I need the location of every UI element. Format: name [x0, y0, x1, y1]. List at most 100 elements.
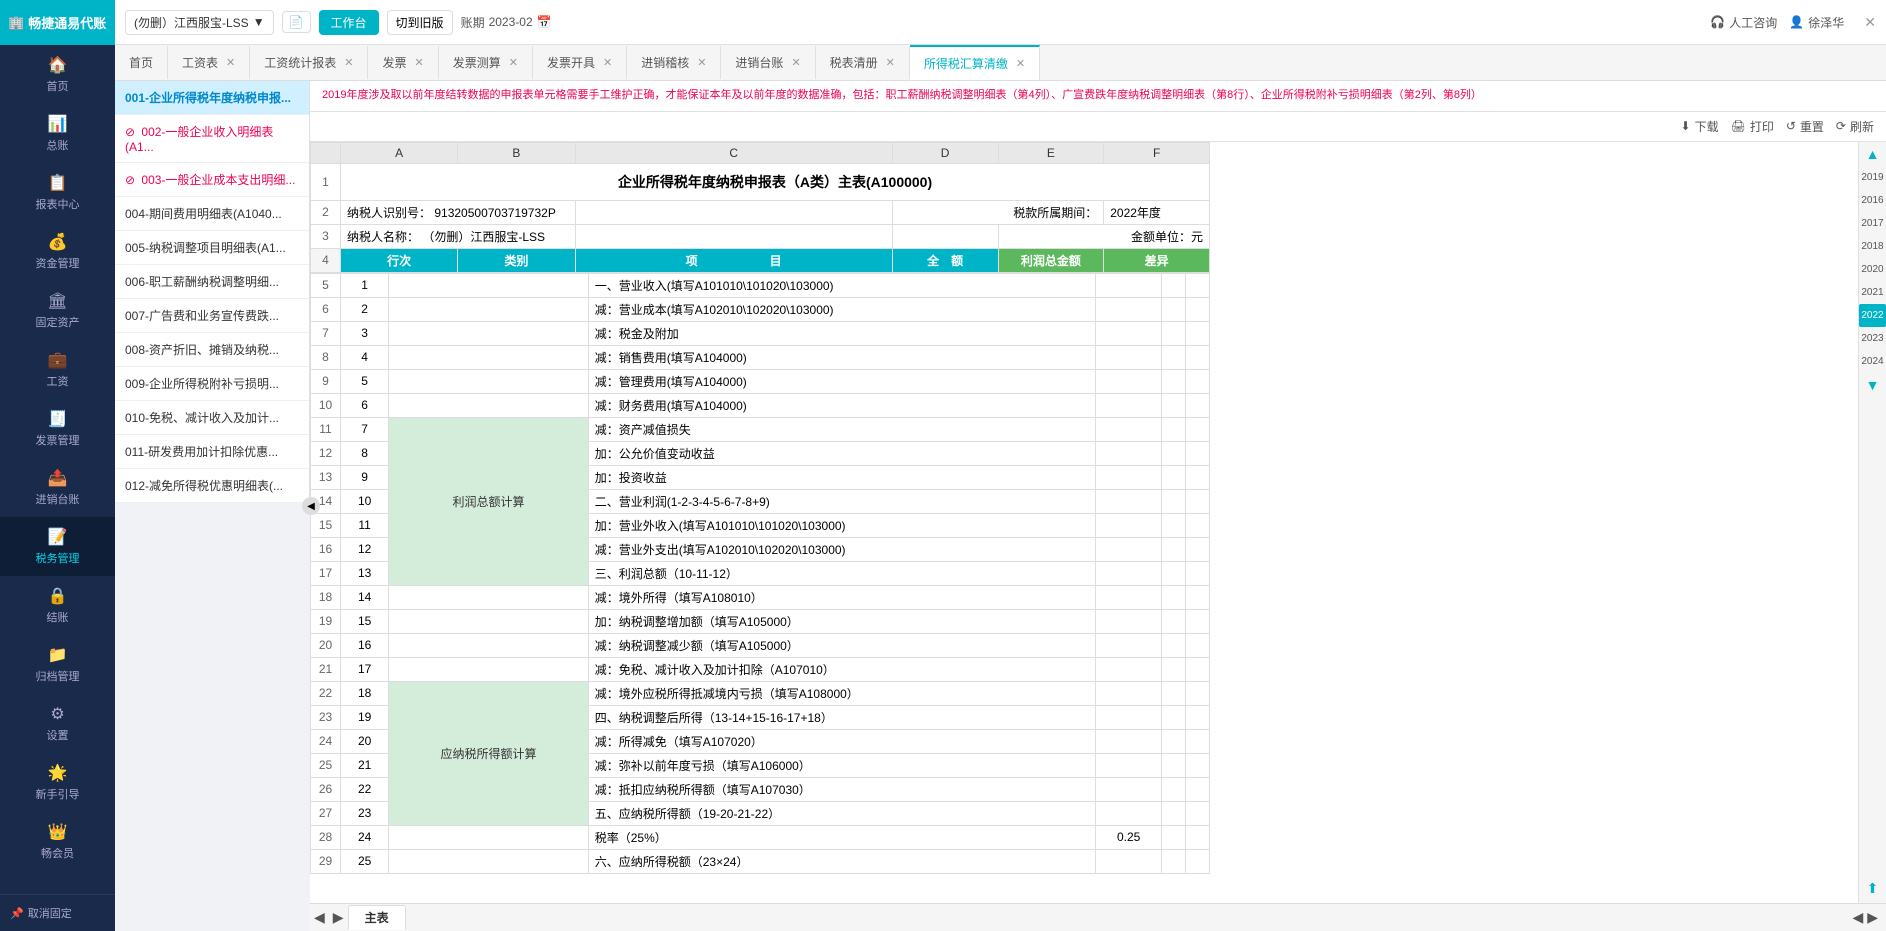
currency-label: 金额单位：元 — [1131, 230, 1203, 244]
row-num: 4 — [311, 248, 341, 272]
item-cell: 六、应纳所得税额（23×24） — [588, 849, 1095, 873]
timeline-year-2017[interactable]: 2017 — [1859, 212, 1886, 235]
topbar: (勿删）江西服宝-LSS ▼ 📄 工作台 切到旧版 账期 2023-02 📅 🎧… — [115, 0, 1886, 45]
timeline-expand-btn[interactable]: ⬆ — [1865, 874, 1881, 903]
sheet-main[interactable]: A B C D E F 1 — [310, 142, 1858, 903]
tab-invoice[interactable]: 发票 ✕ — [368, 46, 438, 79]
tab-tax-clear-close[interactable]: ✕ — [886, 56, 895, 69]
diff-cell — [1186, 369, 1210, 393]
tab-income-tax-close[interactable]: ✕ — [1016, 57, 1025, 70]
row-num: 2 — [311, 200, 341, 224]
sidebar-item-label: 总账 — [47, 137, 69, 153]
user-menu[interactable]: 👤 徐泽华 — [1789, 14, 1844, 31]
tab-income-tax[interactable]: 所得税汇算清缴 ✕ — [910, 45, 1040, 80]
sheet-tab-main[interactable]: 主表 — [348, 905, 406, 930]
topbar-close-btn[interactable]: ✕ — [1864, 14, 1876, 31]
left-panel-item-007[interactable]: 007-广告费和业务宣传费跌... — [115, 299, 309, 333]
left-panel-item-010[interactable]: 010-免税、减计收入及加计... — [115, 401, 309, 435]
sidebar-item-home[interactable]: 🏠 首页 — [0, 45, 115, 104]
print-button[interactable]: 🖨 打印 — [1731, 118, 1774, 135]
left-panel-item-012[interactable]: 012-减免所得税优惠明细表(... — [115, 469, 309, 503]
settings-icon: ⚙ — [50, 704, 64, 724]
timeline-year-2024[interactable]: 2024 — [1859, 350, 1886, 373]
left-panel-item-002[interactable]: ⊘ 002-一般企业收入明细表(A1... — [115, 115, 309, 163]
tab-payroll-stats[interactable]: 工资统计报表 ✕ — [250, 46, 368, 79]
timeline-year-2020[interactable]: 2020 — [1859, 258, 1886, 281]
tab-sales-ledger[interactable]: 进销台账 ✕ — [721, 46, 815, 79]
sidebar-item-assets[interactable]: 🏛 固定资产 — [0, 281, 115, 340]
tab-sales-check[interactable]: 进销稽核 ✕ — [627, 46, 721, 79]
collapse-left-panel-btn[interactable]: ◀ — [302, 497, 320, 515]
tab-invoice-open-close[interactable]: ✕ — [603, 56, 612, 69]
sidebar-item-label: 设置 — [47, 727, 69, 743]
workbench-button[interactable]: 工作台 — [319, 10, 379, 35]
refresh-button[interactable]: ⟳ 刷新 — [1836, 118, 1874, 135]
left-panel-item-009[interactable]: 009-企业所得税附补亏损明... — [115, 367, 309, 401]
diff-cell — [1186, 825, 1210, 849]
doc-icon-btn[interactable]: 📄 — [282, 11, 311, 33]
assets-icon: 🏛 — [47, 291, 67, 311]
col-header-a: A — [341, 142, 458, 163]
timeline-year-2019[interactable]: 2019 — [1859, 166, 1886, 189]
category-empty — [389, 825, 589, 849]
tab-payroll-stats-close[interactable]: ✕ — [344, 56, 353, 69]
tab-tax-clear[interactable]: 税表清册 ✕ — [816, 46, 910, 79]
sheet-scroll-right-btn[interactable]: ▶ — [1867, 909, 1878, 926]
tab-invoice-open[interactable]: 发票开具 ✕ — [533, 46, 627, 79]
row-num: 19 — [311, 609, 341, 633]
sheet-prev-btn[interactable]: ◀ — [310, 907, 329, 928]
left-panel-item-005[interactable]: 005-纳税调整项目明细表(A1... — [115, 231, 309, 265]
tab-home[interactable]: 首页 — [115, 46, 168, 79]
sidebar-item-guide[interactable]: 🌟 新手引导 — [0, 753, 115, 812]
timeline-down-btn[interactable]: ▼ — [1862, 373, 1884, 397]
service-button[interactable]: 🎧 人工咨询 — [1710, 14, 1777, 31]
sidebar-item-archive[interactable]: 📁 归档管理 — [0, 635, 115, 694]
download-icon: ⬇ — [1681, 119, 1691, 133]
sidebar-item-fund[interactable]: 💰 资金管理 — [0, 222, 115, 281]
switch-button[interactable]: 切到旧版 — [387, 10, 453, 35]
tab-sales-ledger-close[interactable]: ✕ — [791, 56, 800, 69]
timeline-year-2018[interactable]: 2018 — [1859, 235, 1886, 258]
left-panel-item-004[interactable]: 004-期间费用明细表(A1040... — [115, 197, 309, 231]
sidebar-item-tax[interactable]: 📝 税务管理 — [0, 517, 115, 576]
report-icon: 📋 — [48, 173, 68, 193]
sidebar-item-payroll[interactable]: 💼 工资 — [0, 340, 115, 399]
pin-icon: 📌 — [10, 907, 24, 920]
sidebar-item-settings[interactable]: ⚙ 设置 — [0, 694, 115, 753]
tab-invoice-calc-close[interactable]: ✕ — [509, 56, 518, 69]
profit-cell — [1162, 753, 1186, 777]
timeline-year-2023[interactable]: 2023 — [1859, 327, 1886, 350]
left-panel-item-003[interactable]: ⊘ 003-一般企业成本支出明细... — [115, 163, 309, 197]
sidebar-item-invoice[interactable]: 🧾 发票管理 — [0, 399, 115, 458]
download-button[interactable]: ⬇ 下载 — [1681, 118, 1719, 135]
timeline-year-2022[interactable]: 2022 — [1859, 304, 1886, 327]
timeline-up-btn[interactable]: ▲ — [1862, 142, 1884, 166]
sidebar-item-report[interactable]: 📋 报表中心 — [0, 163, 115, 222]
line-cell: 5 — [341, 369, 389, 393]
company-selector[interactable]: (勿删）江西服宝-LSS ▼ — [125, 10, 274, 35]
left-panel-item-011[interactable]: 011-研发费用加计扣除优惠... — [115, 435, 309, 469]
left-panel-item-008[interactable]: 008-资产折旧、摊销及纳税... — [115, 333, 309, 367]
item-cell: 减：抵扣应纳税所得额（填写A107030） — [588, 777, 1095, 801]
sidebar-item-sales[interactable]: 📤 进销台账 — [0, 458, 115, 517]
reset-button[interactable]: ↺ 重置 — [1786, 118, 1824, 135]
sheet-scroll-left-btn[interactable]: ◀ — [1852, 909, 1863, 926]
tab-invoice-close[interactable]: ✕ — [415, 56, 424, 69]
left-panel-item-001[interactable]: 001-企业所得税年度纳税申报... — [115, 81, 309, 115]
sidebar-item-label: 首页 — [47, 78, 69, 94]
tab-invoice-calc[interactable]: 发票测算 ✕ — [439, 46, 533, 79]
left-panel-item-006[interactable]: 006-职工薪酬纳税调整明细... — [115, 265, 309, 299]
tab-sales-check-close[interactable]: ✕ — [697, 56, 706, 69]
left-panel-item-label: 011-研发费用加计扣除优惠... — [125, 445, 278, 459]
tab-payroll-close[interactable]: ✕ — [226, 56, 235, 69]
line-cell: 8 — [341, 441, 389, 465]
sidebar-item-ledger[interactable]: 📊 总账 — [0, 104, 115, 163]
left-panel-wrapper: 001-企业所得税年度纳税申报... ⊘ 002-一般企业收入明细表(A1...… — [115, 81, 310, 931]
timeline-year-2021[interactable]: 2021 — [1859, 281, 1886, 304]
sidebar-footer[interactable]: 📌 取消固定 — [0, 894, 115, 931]
sidebar-item-vip[interactable]: 👑 畅会员 — [0, 812, 115, 871]
timeline-year-2016[interactable]: 2016 — [1859, 189, 1886, 212]
tab-payroll[interactable]: 工资表 ✕ — [168, 46, 250, 79]
sheet-next-btn[interactable]: ▶ — [329, 907, 348, 928]
sidebar-item-close[interactable]: 🔒 结账 — [0, 576, 115, 635]
